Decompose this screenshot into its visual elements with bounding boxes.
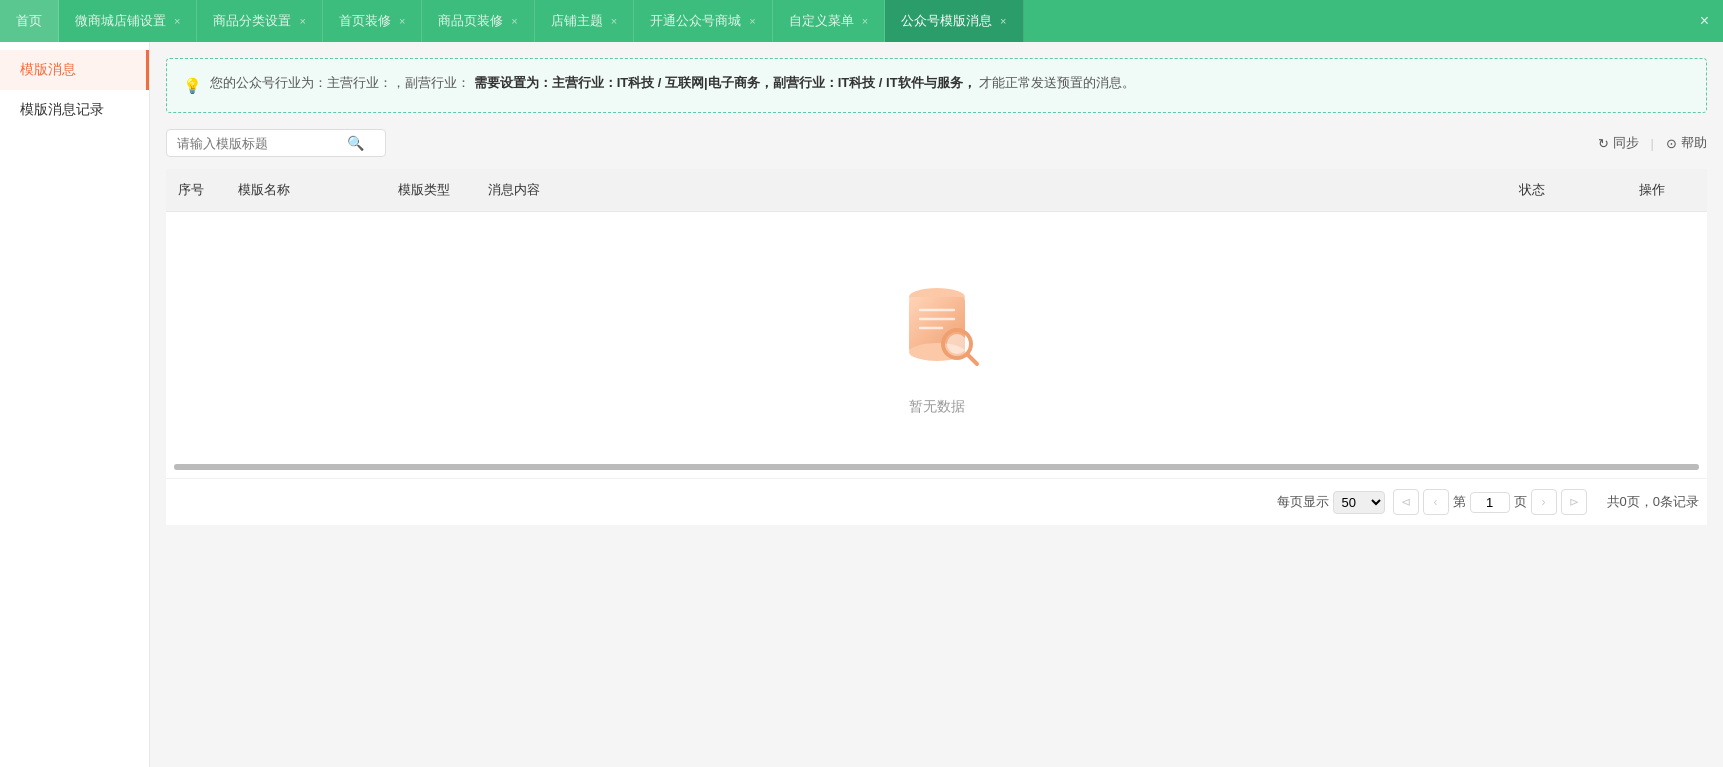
help-button[interactable]: ⊙ 帮助 xyxy=(1666,134,1707,152)
tab-category-settings[interactable]: 商品分类设置 × xyxy=(197,0,322,42)
data-table: 序号模版名称模版类型消息内容状态操作 xyxy=(166,169,1707,212)
tab-label: 自定义菜单 xyxy=(789,12,854,30)
table-wrapper: 序号模版名称模版类型消息内容状态操作 xyxy=(166,169,1707,525)
tab-product-decoration[interactable]: 商品页装修 × xyxy=(422,0,534,42)
close-all-tabs-button[interactable]: × xyxy=(1686,12,1723,30)
first-page-button[interactable]: ⊲ xyxy=(1393,489,1419,515)
table-header: 序号模版名称模版类型消息内容状态操作 xyxy=(166,169,1707,212)
search-input[interactable] xyxy=(177,136,347,151)
close-tab-icon[interactable]: × xyxy=(611,15,617,27)
tab-store-theme[interactable]: 店铺主题 × xyxy=(535,0,634,42)
notice-highlight: 需要设置为：主营行业：IT科技 / 互联网|电子商务，副营行业：IT科技 / I… xyxy=(474,75,976,90)
total-info: 共0页，0条记录 xyxy=(1607,493,1699,511)
scrollbar-track[interactable] xyxy=(174,464,1699,470)
search-input-wrap[interactable]: 🔍 xyxy=(166,129,386,157)
close-tab-icon[interactable]: × xyxy=(862,15,868,27)
help-icon: ⊙ xyxy=(1666,136,1677,151)
next-page-button[interactable]: › xyxy=(1531,489,1557,515)
sidebar: 模版消息模版消息记录 xyxy=(0,42,150,767)
svg-line-8 xyxy=(967,354,977,364)
tab-open-wechat[interactable]: 开通公众号商城 × xyxy=(634,0,772,42)
tab-label: 首页 xyxy=(16,12,42,30)
divider: | xyxy=(1651,136,1654,151)
page-input-wrap: 第 页 xyxy=(1453,492,1527,513)
close-tab-icon[interactable]: × xyxy=(299,15,305,27)
tab-custom-menu[interactable]: 自定义菜单 × xyxy=(773,0,885,42)
last-page-button[interactable]: ⊳ xyxy=(1561,489,1587,515)
header-row: 序号模版名称模版类型消息内容状态操作 xyxy=(166,169,1707,212)
notice-text: 您的公众号行业为：主营行业：，副营行业： 需要设置为：主营行业：IT科技 / 互… xyxy=(210,73,1135,94)
toolbar-right: ↻ 同步 | ⊙ 帮助 xyxy=(1598,134,1707,152)
per-page-label: 每页显示 xyxy=(1277,493,1329,511)
per-page-dropdown[interactable]: 50 20 100 xyxy=(1333,491,1385,514)
empty-state: 暂无数据 xyxy=(166,212,1707,456)
tab-home-decoration[interactable]: 首页装修 × xyxy=(323,0,422,42)
column-header-content: 消息内容 xyxy=(476,169,1507,212)
column-header-index: 序号 xyxy=(166,169,226,212)
tab-label: 开通公众号商城 xyxy=(650,12,741,30)
help-label: 帮助 xyxy=(1681,134,1707,152)
sync-label: 同步 xyxy=(1613,134,1639,152)
empty-text: 暂无数据 xyxy=(166,398,1707,416)
bulb-icon: 💡 xyxy=(183,74,202,98)
close-tab-icon[interactable]: × xyxy=(1000,15,1006,27)
tab-label: 商品页装修 xyxy=(438,12,503,30)
tab-label: 商品分类设置 xyxy=(213,12,291,30)
tab-label: 微商城店铺设置 xyxy=(75,12,166,30)
tab-label: 首页装修 xyxy=(339,12,391,30)
pagination: 每页显示 50 20 100 ⊲ ‹ 第 页 › xyxy=(166,478,1707,525)
close-tab-icon[interactable]: × xyxy=(174,15,180,27)
column-header-action: 操作 xyxy=(1627,169,1707,212)
column-header-type: 模版类型 xyxy=(386,169,476,212)
search-bar: 🔍 ↻ 同步 | ⊙ 帮助 xyxy=(166,129,1707,157)
content-area: 💡 您的公众号行业为：主营行业：，副营行业： 需要设置为：主营行业：IT科技 /… xyxy=(150,42,1723,767)
scrollbar-thumb[interactable] xyxy=(174,464,1699,470)
close-tab-icon[interactable]: × xyxy=(749,15,755,27)
page-unit: 页 xyxy=(1514,493,1527,511)
empty-illustration xyxy=(882,272,992,382)
column-header-name: 模版名称 xyxy=(226,169,386,212)
notice-prefix: 您的公众号行业为：主营行业：，副营行业： xyxy=(210,75,470,90)
prev-page-button[interactable]: ‹ xyxy=(1423,489,1449,515)
page-number-input[interactable] xyxy=(1470,492,1510,513)
notice-suffix: 才能正常发送预置的消息。 xyxy=(979,75,1135,90)
top-navigation: 首页微商城店铺设置×商品分类设置×首页装修×商品页装修×店铺主题×开通公众号商城… xyxy=(0,0,1723,42)
page-label: 第 xyxy=(1453,493,1466,511)
refresh-icon: ↻ xyxy=(1598,136,1609,151)
per-page-select: 每页显示 50 20 100 xyxy=(1277,491,1385,514)
tab-label: 店铺主题 xyxy=(551,12,603,30)
sidebar-item-template-message-record[interactable]: 模版消息记录 xyxy=(0,90,149,130)
tab-template-message[interactable]: 公众号模版消息 × xyxy=(885,0,1023,42)
close-tab-icon[interactable]: × xyxy=(511,15,517,27)
sidebar-item-template-message[interactable]: 模版消息 xyxy=(0,50,149,90)
sync-button[interactable]: ↻ 同步 xyxy=(1598,134,1639,152)
search-icon[interactable]: 🔍 xyxy=(347,135,364,151)
close-tab-icon[interactable]: × xyxy=(399,15,405,27)
svg-point-7 xyxy=(947,334,967,354)
tab-label: 公众号模版消息 xyxy=(901,12,992,30)
tab-home[interactable]: 首页 xyxy=(0,0,59,42)
main-layout: 模版消息模版消息记录 💡 您的公众号行业为：主营行业：，副营行业： 需要设置为：… xyxy=(0,42,1723,767)
page-navigation: ⊲ ‹ 第 页 › ⊳ xyxy=(1393,489,1587,515)
notice-box: 💡 您的公众号行业为：主营行业：，副营行业： 需要设置为：主营行业：IT科技 /… xyxy=(166,58,1707,113)
tab-store-settings[interactable]: 微商城店铺设置 × xyxy=(59,0,197,42)
scrollbar-area[interactable] xyxy=(166,456,1707,478)
column-header-status: 状态 xyxy=(1507,169,1627,212)
